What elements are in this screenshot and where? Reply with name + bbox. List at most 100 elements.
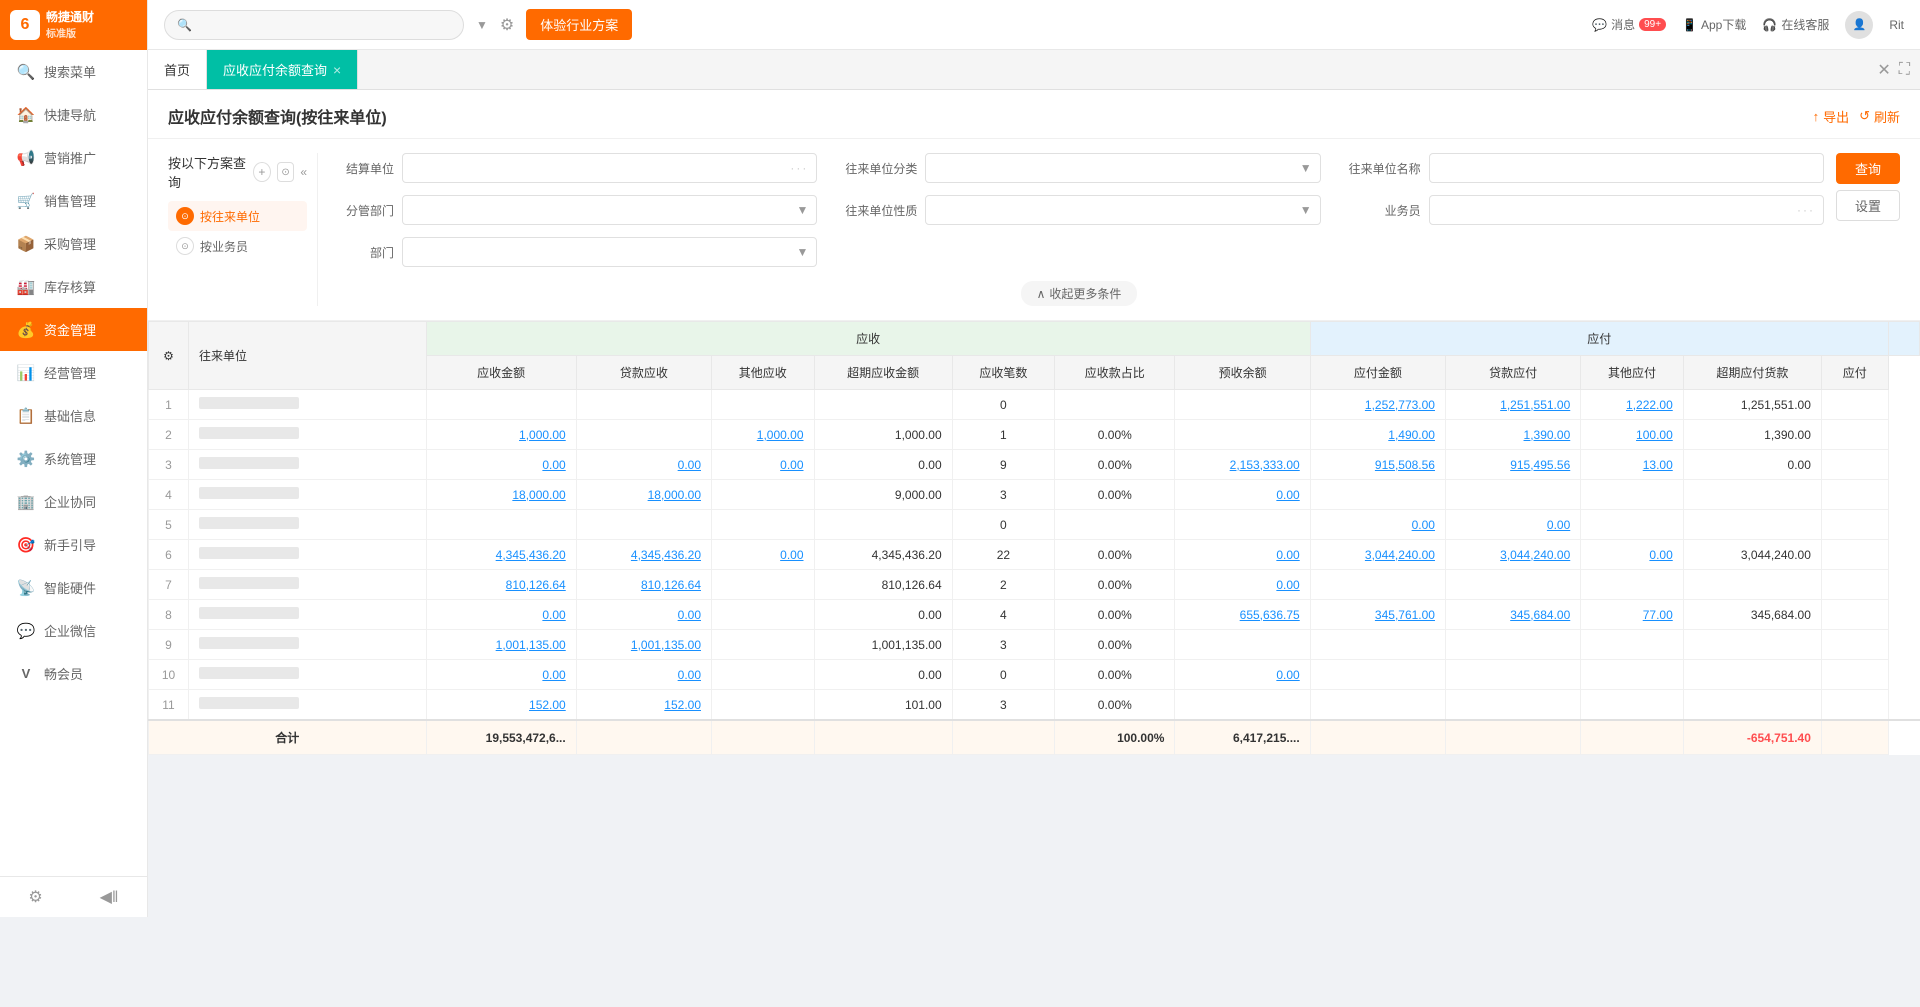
sidebar-item-quicknav[interactable]: 🏠 快捷导航 (0, 93, 147, 136)
scheme-unit-icon: ⊙ (176, 207, 194, 225)
industry-btn[interactable]: 体验行业方案 (526, 9, 632, 40)
row-ap-amount (1310, 630, 1445, 660)
sidebar-item-sales[interactable]: 🛒 销售管理 (0, 179, 147, 222)
tab-home[interactable]: 首页 (148, 50, 207, 89)
sidebar-item-wechat[interactable]: 💬 企业微信 (0, 609, 147, 652)
row-ar-overdue: 1,001,135.00 (814, 630, 952, 660)
th-ar-loan: 贷款应收 (576, 356, 711, 390)
chevron-down-icon[interactable]: ▼ (476, 18, 488, 32)
sidebar-item-vip[interactable]: V 畅会员 (0, 652, 147, 695)
scheme-settings-btn[interactable]: ⊙ (277, 162, 295, 182)
dept-manager-input[interactable]: ▼ (402, 195, 817, 225)
sidebar-item-business[interactable]: 📊 经营管理 (0, 351, 147, 394)
message-btn[interactable]: 💬 消息 99+ (1592, 16, 1666, 33)
export-label: 导出 (1823, 107, 1849, 126)
table-row: 4 18,000.00 18,000.00 9,000.00 3 0.00% 0… (149, 480, 1920, 510)
row-ap-next (1821, 600, 1888, 630)
search-menu-icon: 🔍 (16, 63, 36, 81)
tab-ar-ap-query[interactable]: 应收应付余额查询 × (207, 50, 358, 89)
department-input[interactable]: ▼ (402, 237, 817, 267)
sidebar-item-inventory[interactable]: 🏭 库存核算 (0, 265, 147, 308)
export-btn[interactable]: ↑ 导出 (1813, 107, 1850, 126)
row-ap-overdue (1683, 570, 1821, 600)
query-btn[interactable]: 查询 (1836, 153, 1900, 184)
table-row: 11 152.00 152.00 101.00 3 0.00% (149, 690, 1920, 721)
partner-category-input[interactable]: ▼ (925, 153, 1320, 183)
sidebar-item-guide[interactable]: 🎯 新手引导 (0, 523, 147, 566)
settlement-unit-input[interactable]: ··· (402, 153, 817, 183)
scheme-staff-icon: ⊙ (176, 237, 194, 255)
th-ar-ratio: 应收款占比 (1055, 356, 1175, 390)
tab-expand-btn[interactable]: ⛶ (1899, 61, 1910, 79)
filter-grid: 结算单位 ··· 往来单位分类 ▼ 往来单位名称 (334, 153, 1824, 267)
partner-name-input[interactable] (1429, 153, 1824, 183)
table-row: 7 810,126.64 810,126.64 810,126.64 2 0.0… (149, 570, 1920, 600)
sidebar-item-marketing[interactable]: 📢 营销推广 (0, 136, 147, 179)
row-ap-amount: 915,508.56 (1310, 450, 1445, 480)
tab-close-btn[interactable]: ✕ (1877, 60, 1890, 80)
table-wrapper[interactable]: ⚙ 往来单位 应收 应付 应收金额 贷款应收 其他应收 超期应收金额 应收笔数 … (148, 321, 1920, 755)
sidebar-item-label: 采购管理 (44, 234, 96, 253)
search-icon: 🔍 (177, 18, 192, 32)
sidebar-menu: 🔍 搜索菜单 🏠 快捷导航 📢 营销推广 🛒 销售管理 📦 采购管理 🏭 库存核… (0, 50, 147, 876)
sidebar-item-enterprise[interactable]: 🏢 企业协同 (0, 480, 147, 523)
collapse-btn[interactable]: ∧ 收起更多条件 (1021, 281, 1138, 306)
partner-nature-input[interactable]: ▼ (925, 195, 1320, 225)
row-ar-prepay: 0.00 (1175, 570, 1310, 600)
main-content: 应收应付余额查询(按往来单位) ↑ 导出 ↺ 刷新 按以下方案查询 + ⊙ « (148, 90, 1920, 917)
inventory-icon: 🏭 (16, 278, 36, 296)
tab-close-icon[interactable]: × (333, 62, 341, 78)
row-ar-amount: 1,001,135.00 (426, 630, 576, 660)
sidebar-item-search[interactable]: 🔍 搜索菜单 (0, 50, 147, 93)
quicknav-icon: 🏠 (16, 106, 36, 124)
row-ap-amount: 3,044,240.00 (1310, 540, 1445, 570)
sidebar-item-label: 搜索菜单 (44, 62, 96, 81)
sidebar-item-basic-info[interactable]: 📋 基础信息 (0, 394, 147, 437)
refresh-icon: ↺ (1859, 108, 1870, 124)
online-service-btn[interactable]: 🎧 在线客服 (1762, 16, 1829, 33)
row-ap-amount: 0.00 (1310, 510, 1445, 540)
row-ap-other (1581, 570, 1684, 600)
row-ar-amount (426, 390, 576, 420)
footer-ar-amount: 19,553,472,6... (426, 720, 576, 755)
collapse-icon[interactable]: ◀‖ (100, 887, 119, 907)
th-ar-overdue: 超期应收金额 (814, 356, 952, 390)
sidebar-item-smart-hw[interactable]: 📡 智能硬件 (0, 566, 147, 609)
row-ap-loan: 1,251,551.00 (1445, 390, 1580, 420)
sidebar-item-system[interactable]: ⚙️ 系统管理 (0, 437, 147, 480)
footer-ap-overdue: -654,751.40 (1683, 720, 1821, 755)
refresh-btn[interactable]: ↺ 刷新 (1859, 107, 1900, 126)
settings-icon[interactable]: ⚙ (500, 15, 514, 35)
sidebar-item-purchase[interactable]: 📦 采购管理 (0, 222, 147, 265)
th-settings[interactable]: ⚙ (149, 322, 189, 390)
salesperson-input[interactable]: ··· (1429, 195, 1824, 225)
avatar[interactable]: 👤 (1845, 11, 1873, 39)
header-search[interactable]: 🔍 (164, 10, 464, 40)
scheme-by-unit[interactable]: ⊙ 按往来单位 (168, 201, 307, 231)
row-ar-count: 0 (952, 510, 1055, 540)
setting-btn[interactable]: 设置 (1836, 190, 1900, 221)
app-download-label: App下载 (1701, 16, 1746, 33)
smart-hw-icon: 📡 (16, 579, 36, 597)
guide-icon: 🎯 (16, 536, 36, 554)
scheme-panel: 按以下方案查询 + ⊙ « ⊙ 按往来单位 ⊙ 按业务员 (168, 153, 318, 306)
scheme-collapse-btn[interactable]: « (300, 165, 307, 179)
settlement-unit-label: 结算单位 (334, 160, 394, 177)
sidebar-item-capital[interactable]: 💰 资金管理 (0, 308, 147, 351)
add-scheme-btn[interactable]: + (253, 162, 271, 182)
username-label[interactable]: Rit (1889, 18, 1904, 32)
table-row: 9 1,001,135.00 1,001,135.00 1,001,135.00… (149, 630, 1920, 660)
scheme-by-staff[interactable]: ⊙ 按业务员 (168, 231, 307, 261)
footer-ar-count (952, 720, 1055, 755)
sidebar-item-label: 库存核算 (44, 277, 96, 296)
footer-ap-overdue-value: -654,751.40 (1747, 731, 1811, 745)
row-ar-count: 4 (952, 600, 1055, 630)
table-settings-icon[interactable]: ⚙ (163, 349, 174, 363)
settings-bottom-icon[interactable]: ⚙ (28, 887, 42, 907)
vip-icon: V (16, 666, 36, 681)
row-ap-amount (1310, 660, 1445, 690)
app-download-btn[interactable]: 📱 App下载 (1682, 16, 1746, 33)
row-ar-other: 1,000.00 (712, 420, 815, 450)
row-ar-prepay: 0.00 (1175, 540, 1310, 570)
row-partner (189, 450, 427, 480)
